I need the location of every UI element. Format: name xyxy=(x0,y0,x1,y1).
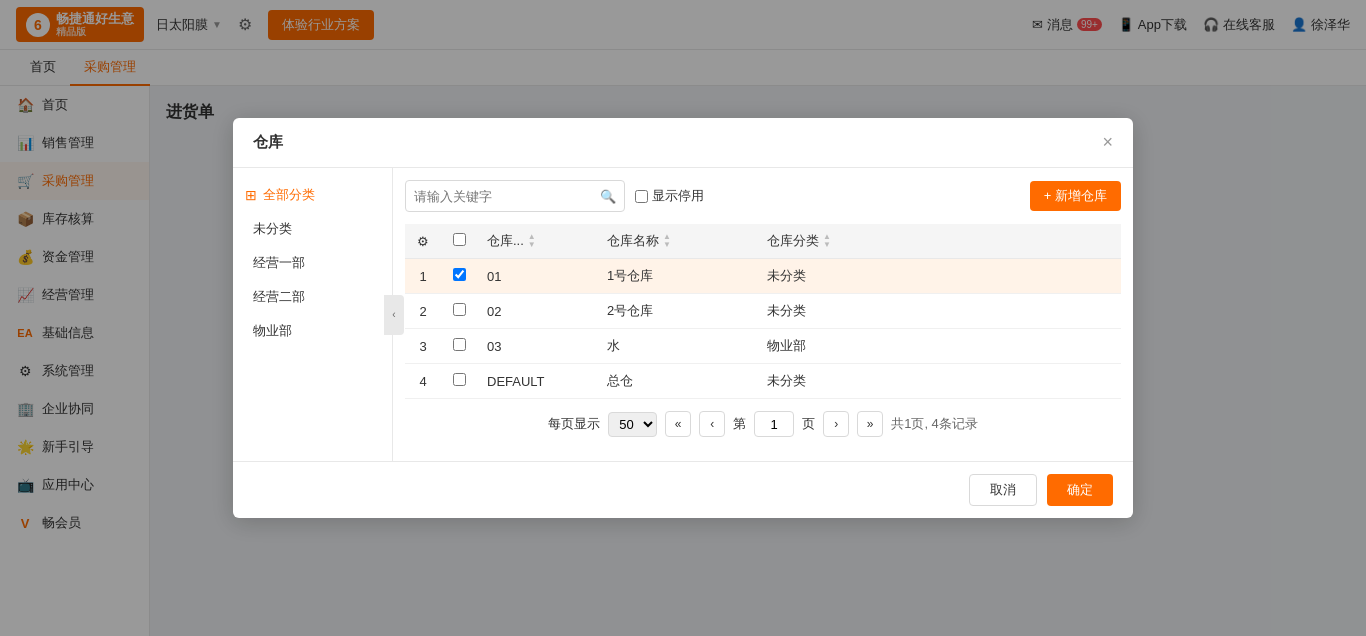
row-code: 01 xyxy=(477,259,597,294)
warehouse-table: ⚙ 仓库... ▲▼ xyxy=(405,224,1121,399)
cancel-button[interactable]: 取消 xyxy=(969,474,1037,506)
row-checkbox[interactable] xyxy=(453,373,466,386)
table-row[interactable]: 4 DEFAULT 总仓 未分类 xyxy=(405,364,1121,399)
grid-icon: ⊞ xyxy=(245,187,257,203)
page-suffix: 页 xyxy=(802,415,815,433)
col-name-header[interactable]: 仓库名称 ▲▼ xyxy=(597,224,757,259)
search-bar: 🔍 显示停用 + 新增仓库 xyxy=(405,180,1121,212)
table-row[interactable]: 2 02 2号仓库 未分类 xyxy=(405,294,1121,329)
dialog-title: 仓库 xyxy=(253,133,283,152)
row-checkbox-cell xyxy=(441,259,477,294)
row-num: 3 xyxy=(405,329,441,364)
dialog-header: 仓库 × xyxy=(233,118,1133,168)
category-panel: ⊞ 全部分类 未分类 经营一部 经营二部 物业部 ‹ xyxy=(233,168,393,461)
last-page-button[interactable]: » xyxy=(857,411,883,437)
next-page-button[interactable]: › xyxy=(823,411,849,437)
modal-overlay: 仓库 × ⊞ 全部分类 未分类 经营一部 经营二部 物业部 ‹ xyxy=(0,0,1366,636)
prev-page-button[interactable]: ‹ xyxy=(699,411,725,437)
row-code: DEFAULT xyxy=(477,364,597,399)
row-num: 2 xyxy=(405,294,441,329)
dialog-body: ⊞ 全部分类 未分类 经营一部 经营二部 物业部 ‹ 🔍 xyxy=(233,168,1133,461)
collapse-panel-button[interactable]: ‹ xyxy=(384,295,404,335)
total-info: 共1页, 4条记录 xyxy=(891,415,978,433)
show-disabled-checkbox[interactable]: 显示停用 xyxy=(635,187,704,205)
row-checkbox-cell xyxy=(441,329,477,364)
sort-icon-3: ▲▼ xyxy=(823,233,831,249)
row-category: 未分类 xyxy=(757,259,1121,294)
close-icon[interactable]: × xyxy=(1102,132,1113,153)
row-category: 未分类 xyxy=(757,294,1121,329)
row-num: 4 xyxy=(405,364,441,399)
row-code: 03 xyxy=(477,329,597,364)
show-disabled-input[interactable] xyxy=(635,190,648,203)
row-num: 1 xyxy=(405,259,441,294)
col-gear: ⚙ xyxy=(405,224,441,259)
row-name: 总仓 xyxy=(597,364,757,399)
col-name-label: 仓库名称 xyxy=(607,232,659,250)
category-item-1[interactable]: 经营一部 xyxy=(233,246,392,280)
col-category-header[interactable]: 仓库分类 ▲▼ xyxy=(757,224,1121,259)
sort-icon-2: ▲▼ xyxy=(663,233,671,249)
row-checkbox[interactable] xyxy=(453,338,466,351)
all-category-label: 全部分类 xyxy=(263,186,315,204)
row-category: 物业部 xyxy=(757,329,1121,364)
table-header-row: ⚙ 仓库... ▲▼ xyxy=(405,224,1121,259)
page-number-input[interactable] xyxy=(754,411,794,437)
row-name: 1号仓库 xyxy=(597,259,757,294)
select-all-checkbox[interactable] xyxy=(453,233,466,246)
col-category-label: 仓库分类 xyxy=(767,232,819,250)
per-page-select[interactable]: 50 xyxy=(608,412,657,437)
add-warehouse-button[interactable]: + 新增仓库 xyxy=(1030,181,1121,211)
search-input[interactable] xyxy=(414,189,600,204)
table-row[interactable]: 1 01 1号仓库 未分类 xyxy=(405,259,1121,294)
category-item-0[interactable]: 未分类 xyxy=(233,212,392,246)
show-disabled-label: 显示停用 xyxy=(652,187,704,205)
row-name: 水 xyxy=(597,329,757,364)
warehouse-dialog: 仓库 × ⊞ 全部分类 未分类 经营一部 经营二部 物业部 ‹ xyxy=(233,118,1133,518)
search-input-wrap: 🔍 xyxy=(405,180,625,212)
first-page-button[interactable]: « xyxy=(665,411,691,437)
row-code: 02 xyxy=(477,294,597,329)
col-checkbox xyxy=(441,224,477,259)
row-checkbox-cell xyxy=(441,364,477,399)
category-item-2[interactable]: 经营二部 xyxy=(233,280,392,314)
table-row[interactable]: 3 03 水 物业部 xyxy=(405,329,1121,364)
page-label: 第 xyxy=(733,415,746,433)
category-item-3[interactable]: 物业部 xyxy=(233,314,392,348)
row-name: 2号仓库 xyxy=(597,294,757,329)
col-gear-icon: ⚙ xyxy=(417,234,429,249)
warehouse-table-wrap: ⚙ 仓库... ▲▼ xyxy=(405,224,1121,399)
row-category: 未分类 xyxy=(757,364,1121,399)
dialog-footer: 取消 确定 xyxy=(233,461,1133,518)
row-checkbox-cell xyxy=(441,294,477,329)
pagination: 每页显示 50 « ‹ 第 页 › » 共1页, 4条记录 xyxy=(405,399,1121,449)
row-checkbox[interactable] xyxy=(453,268,466,281)
per-page-label: 每页显示 xyxy=(548,415,600,433)
row-checkbox[interactable] xyxy=(453,303,466,316)
col-code-label: 仓库... xyxy=(487,232,524,250)
all-category-item[interactable]: ⊞ 全部分类 xyxy=(233,178,392,212)
confirm-button[interactable]: 确定 xyxy=(1047,474,1113,506)
sort-icon: ▲▼ xyxy=(528,233,536,249)
col-code-header[interactable]: 仓库... ▲▼ xyxy=(477,224,597,259)
search-icon: 🔍 xyxy=(600,189,616,204)
warehouse-list-panel: 🔍 显示停用 + 新增仓库 ⚙ xyxy=(393,168,1133,461)
